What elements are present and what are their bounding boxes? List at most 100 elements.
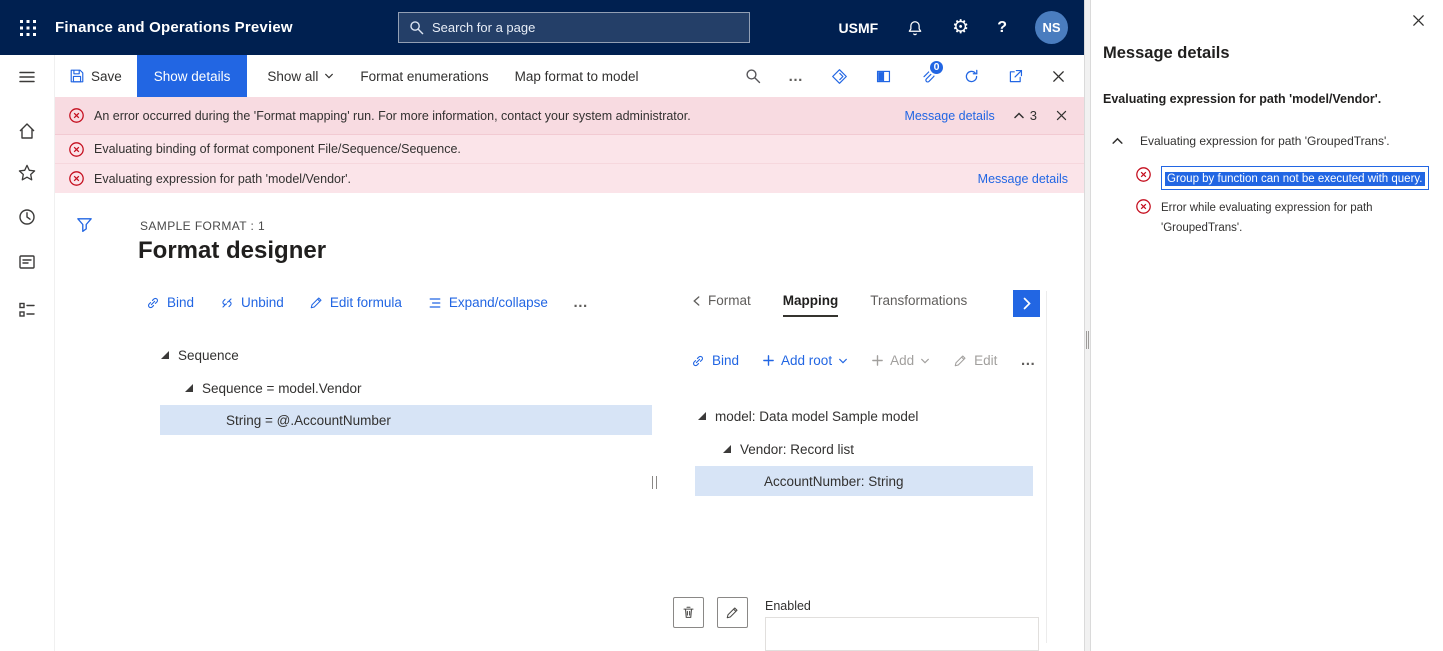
page-title: Format designer xyxy=(138,237,327,264)
add-button[interactable]: Add xyxy=(871,353,930,368)
mapping-more-button[interactable]: … xyxy=(1020,352,1036,369)
message-count: 3 xyxy=(1029,108,1037,123)
filter-button[interactable] xyxy=(75,215,94,239)
error-message-text: An error occurred during the 'Format map… xyxy=(94,108,691,123)
list-icon xyxy=(429,297,441,308)
form-card-icon xyxy=(19,255,35,269)
bind-button[interactable]: Bind xyxy=(145,295,194,311)
pencil-icon xyxy=(310,297,322,309)
nav-favorites-button[interactable] xyxy=(17,163,37,188)
notifications-button[interactable] xyxy=(906,19,924,37)
details-group-header[interactable]: Evaluating expression for path 'GroupedT… xyxy=(1111,134,1426,148)
nav-recent-button[interactable] xyxy=(17,207,37,232)
nav-tasklist-button[interactable] xyxy=(17,300,37,325)
message-details-link[interactable]: Message details xyxy=(904,109,994,123)
tree-expanded-caret-icon xyxy=(161,351,169,359)
delete-button[interactable] xyxy=(673,597,704,628)
close-panel-button[interactable] xyxy=(1411,13,1426,33)
record-caption: SAMPLE FORMAT : 1 xyxy=(140,219,266,233)
message-bar-stack: An error occurred during the 'Format map… xyxy=(55,97,1084,193)
pencil-icon xyxy=(954,355,966,367)
page-search-box[interactable]: Search for a page xyxy=(398,12,750,43)
nav-home-button[interactable] xyxy=(17,121,37,146)
tree-node-sequence-vendor[interactable]: Sequence = model.Vendor xyxy=(184,373,362,403)
search-icon xyxy=(410,21,424,35)
company-selector[interactable]: USMF xyxy=(839,20,879,36)
error-message-text: Evaluating expression for path 'model/Ve… xyxy=(94,171,352,186)
mapping-bind-button[interactable]: Bind xyxy=(690,353,739,369)
nav-menu-button[interactable] xyxy=(17,67,37,92)
help-button[interactable]: ? xyxy=(997,19,1007,37)
tree-node-vendor[interactable]: Vendor: Record list xyxy=(722,434,854,464)
more-options-button[interactable]: … xyxy=(788,68,804,85)
settings-button[interactable]: ⚙ xyxy=(952,18,969,37)
tree-node-string-selected[interactable]: String = @.AccountNumber xyxy=(160,405,652,435)
tree-node-accountnumber-selected[interactable]: AccountNumber: String xyxy=(695,466,1033,496)
link-icon xyxy=(148,297,158,308)
nav-forms-button[interactable] xyxy=(17,252,37,277)
selected-error-text: Group by function can not be executed wi… xyxy=(1165,172,1425,186)
format-enumerations-button[interactable]: Format enumerations xyxy=(360,69,488,84)
message-details-link[interactable]: Message details xyxy=(978,172,1068,186)
gear-icon: ⚙ xyxy=(952,17,970,38)
topbar-right-cluster: USMF ⚙ ? NS xyxy=(839,11,1085,44)
action-search-button[interactable] xyxy=(745,68,761,84)
error-icon xyxy=(69,108,84,123)
expand-collapse-button[interactable]: Expand/collapse xyxy=(427,295,548,311)
tab-format[interactable]: Format xyxy=(692,293,751,308)
save-button[interactable]: Save xyxy=(69,68,122,84)
show-all-dropdown[interactable]: Show all xyxy=(267,69,334,84)
tab-scroll-next-button[interactable] xyxy=(1013,290,1040,317)
app-launcher-button[interactable] xyxy=(0,0,55,55)
error-message-text: Evaluating binding of format component F… xyxy=(94,142,461,156)
add-root-button[interactable]: Add root xyxy=(762,353,848,368)
hamburger-icon xyxy=(19,71,35,83)
details-error-item[interactable]: Group by function can not be executed wi… xyxy=(1135,166,1429,190)
map-format-to-model-button[interactable]: Map format to model xyxy=(515,69,639,84)
action-bar-right-icons: … 0 xyxy=(745,58,1084,85)
star-icon xyxy=(18,164,36,181)
waffle-icon xyxy=(19,19,36,36)
plus-icon xyxy=(763,355,774,366)
pane-splitter-handle[interactable] xyxy=(652,476,657,489)
designer-more-button[interactable]: … xyxy=(573,294,589,311)
collapse-messages-button[interactable]: 3 xyxy=(1013,108,1037,123)
tree-node-sequence[interactable]: Sequence xyxy=(160,340,239,370)
open-in-new-window-button[interactable] xyxy=(1007,68,1024,85)
close-page-button[interactable] xyxy=(1051,69,1066,84)
message-details-panel: Message details Evaluating expression fo… xyxy=(1091,0,1443,651)
mapping-tab-strip: Format Mapping Transformations xyxy=(692,293,967,317)
popout-icon xyxy=(1009,69,1023,82)
avatar[interactable]: NS xyxy=(1035,11,1068,44)
details-error-item[interactable]: Error while evaluating expression for pa… xyxy=(1135,198,1387,238)
enabled-field-label: Enabled xyxy=(765,599,811,613)
power-apps-icon xyxy=(832,68,847,84)
refresh-button[interactable] xyxy=(963,68,980,85)
edit-button[interactable]: Edit xyxy=(953,353,997,368)
split-view-button[interactable] xyxy=(875,68,892,85)
chevron-left-icon xyxy=(693,295,700,306)
attachments-button[interactable]: 0 xyxy=(919,58,945,85)
error-message-row: Evaluating binding of format component F… xyxy=(55,135,1084,164)
top-navbar: Finance and Operations Preview Search fo… xyxy=(0,0,1084,55)
power-apps-button[interactable] xyxy=(831,68,848,85)
format-designer-content: SAMPLE FORMAT : 1 Format designer Bind U… xyxy=(55,193,1084,651)
tree-expanded-caret-icon xyxy=(185,384,193,392)
tab-transformations[interactable]: Transformations xyxy=(870,293,967,308)
show-details-button[interactable]: Show details xyxy=(136,55,248,97)
tab-mapping[interactable]: Mapping xyxy=(782,293,839,317)
enabled-field-input[interactable] xyxy=(765,617,1039,651)
chevron-down-icon xyxy=(325,73,334,79)
tree-node-model[interactable]: model: Data model Sample model xyxy=(697,401,918,431)
unbind-button[interactable]: Unbind xyxy=(219,295,284,311)
edit-formula-button[interactable]: Edit formula xyxy=(309,295,402,310)
save-icon xyxy=(70,69,84,83)
tree-expanded-caret-icon xyxy=(723,445,731,453)
panel-splitter[interactable] xyxy=(1084,0,1091,651)
pencil-icon xyxy=(726,607,738,619)
error-message-row: An error occurred during the 'Format map… xyxy=(55,97,1084,135)
dismiss-messages-button[interactable] xyxy=(1055,109,1068,122)
edit-value-button[interactable] xyxy=(717,597,748,628)
close-icon xyxy=(1053,70,1064,82)
task-list-icon xyxy=(19,302,35,317)
